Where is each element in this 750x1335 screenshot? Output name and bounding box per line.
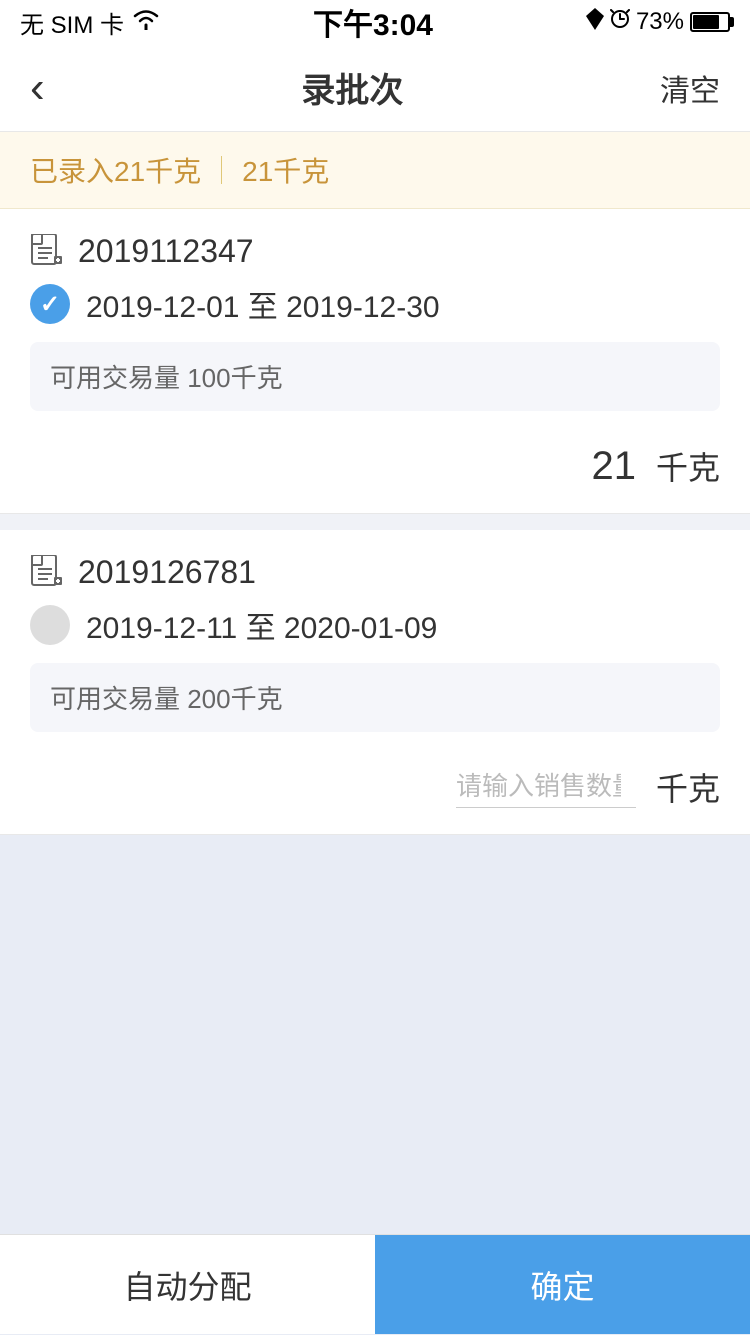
page-title: 录批次 [301,63,403,112]
status-bar: 无 SIM 卡 下午3:04 73% [0,0,750,44]
status-time: 下午3:04 [313,0,433,44]
summary-banner: 已录入21千克 21千克 [0,132,750,209]
unit-label-2: 千克 [656,764,720,810]
content-area: 2019112347 ✓ 2019-12-01 至 2019-12-30 可用交… [0,209,750,1335]
clear-button[interactable]: 清空 [660,66,720,110]
alarm-icon [610,8,630,36]
batch-doc-icon-2 [30,555,66,591]
batch-id-1: 2019112347 [78,233,254,270]
summary-divider [221,156,222,184]
batch-header-2: 2019126781 [0,530,750,599]
batch-doc-icon-1 [30,234,66,270]
batch-available-2: 可用交易量 200千克 [30,663,720,732]
radio-unselected-2[interactable] [30,605,70,645]
batch-available-1: 可用交易量 100千克 [30,342,720,411]
battery-icon [690,12,730,32]
card-divider [0,514,750,530]
location-icon [586,8,604,37]
radio-selected-1[interactable]: ✓ [30,284,70,324]
checkmark-1: ✓ [40,290,60,319]
carrier-label: 无 SIM 卡 [20,5,124,40]
input-row-1: 21 千克 [0,427,750,514]
quantity-input-2[interactable] [456,766,636,808]
batch-card-1: 2019112347 ✓ 2019-12-01 至 2019-12-30 可用交… [0,209,750,514]
status-left: 无 SIM 卡 [20,5,160,40]
batch-date-row-2[interactable]: 2019-12-11 至 2020-01-09 [0,599,750,663]
batch-date-1: 2019-12-01 至 2019-12-30 [86,282,440,326]
quantity-value-1: 21 [591,444,636,489]
batch-header-1: 2019112347 [0,209,750,278]
batch-date-row-1[interactable]: ✓ 2019-12-01 至 2019-12-30 [0,278,750,342]
confirm-button[interactable]: 确定 [375,1235,750,1334]
batch-id-2: 2019126781 [78,554,256,591]
back-button[interactable]: ‹ [30,63,45,113]
wifi-icon [132,8,160,37]
unit-label-1: 千克 [656,443,720,489]
auto-distribute-button[interactable]: 自动分配 [0,1235,375,1334]
batch-date-2: 2019-12-11 至 2020-01-09 [86,603,437,647]
nav-bar: ‹ 录批次 清空 [0,44,750,132]
total-label: 21千克 [242,150,329,190]
recorded-label: 已录入21千克 [30,150,201,190]
battery-percent: 73% [636,8,684,36]
input-row-2: 千克 [0,748,750,835]
status-right: 73% [586,8,730,37]
batch-card-2: 2019126781 2019-12-11 至 2020-01-09 可用交易量… [0,530,750,835]
bottom-bar: 自动分配 确定 [0,1234,750,1334]
